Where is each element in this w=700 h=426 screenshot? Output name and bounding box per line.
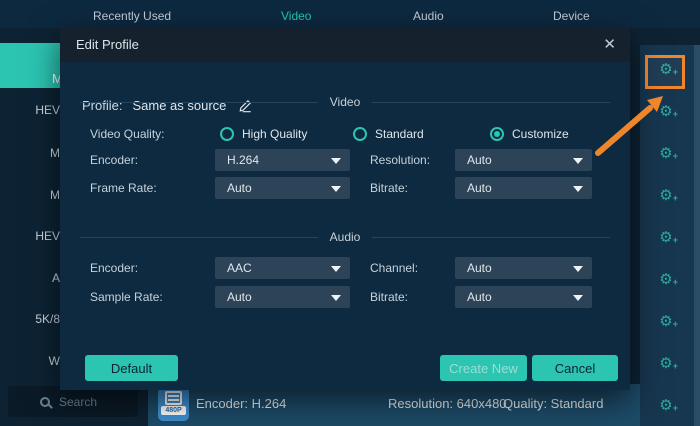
edit-profile-dialog: Edit Profile ✕ Profile: Same as source V…: [60, 28, 630, 390]
format-item-partial[interactable]: A: [52, 271, 60, 285]
gear-plus-icon[interactable]: ⚙ +: [657, 355, 678, 373]
row-resolution-value: Resolution: 640x480: [388, 396, 507, 411]
video-quality-row: Video Quality: High Quality Standard Cus…: [60, 124, 630, 144]
dropdown-value: Auto: [467, 261, 492, 275]
row-quality-value: Quality: Standard: [503, 396, 604, 411]
audio-channel-field: Channel: Auto: [60, 257, 630, 279]
caret-down-icon: [573, 295, 583, 301]
gear-plus-icon[interactable]: ⚙ +: [657, 103, 678, 121]
caret-down-icon: [573, 186, 583, 192]
radio-standard[interactable]: Standard: [353, 124, 424, 144]
category-tabbar: Recently Used Video Audio Device: [0, 0, 700, 28]
gear-plus-icon[interactable]: ⚙ +: [657, 397, 678, 415]
highlight-box: [645, 55, 685, 89]
row-encoder-value: Encoder: H.264: [196, 396, 287, 411]
radio-label: Standard: [375, 127, 424, 141]
search-icon: [40, 396, 50, 407]
format-item-partial[interactable]: 5K/8: [35, 312, 60, 326]
gear-plus-icon[interactable]: ⚙ +: [657, 145, 678, 163]
audio-section-title: Audio: [329, 230, 361, 244]
settings-rail: ⚙ + ⚙ + ⚙ + ⚙ + ⚙ + ⚙ + ⚙ + ⚙ + ⚙ +: [640, 45, 694, 426]
video-section-divider: Video: [80, 94, 610, 110]
close-icon[interactable]: ✕: [603, 35, 616, 53]
tab-recently-used[interactable]: Recently Used: [93, 9, 171, 23]
format-item-partial[interactable]: M: [50, 146, 60, 160]
video-bitrate-field: Bitrate: Auto: [60, 177, 630, 199]
audio-channel-dropdown[interactable]: Auto: [455, 257, 592, 279]
video-section-title: Video: [329, 95, 361, 109]
caret-down-icon: [573, 158, 583, 164]
profile-list-row[interactable]: 480P SD 480P Encoder: H.264 Resolution: …: [148, 377, 640, 426]
radio-label: Customize: [512, 127, 569, 141]
video-resolution-field: Resolution: Auto: [60, 149, 630, 171]
video-bitrate-dropdown[interactable]: Auto: [455, 177, 592, 199]
field-label: Bitrate:: [370, 181, 409, 195]
format-item-partial[interactable]: W: [49, 354, 60, 368]
caret-down-icon: [573, 266, 583, 272]
dropdown-value: Auto: [467, 290, 492, 304]
field-label: Bitrate:: [370, 290, 409, 304]
audio-bitrate-field: Bitrate: Auto: [60, 286, 630, 308]
selected-format-item[interactable]: M: [0, 43, 60, 88]
default-button[interactable]: Default: [85, 355, 178, 381]
vertical-scrollbar[interactable]: [694, 45, 700, 426]
tab-audio[interactable]: Audio: [413, 9, 444, 23]
tab-video[interactable]: Video: [281, 9, 311, 23]
resolution-badge: 480P: [161, 406, 186, 415]
audio-section-divider: Audio: [80, 229, 610, 245]
video-480p-icon: 480P: [158, 387, 189, 421]
gear-plus-icon[interactable]: ⚙ +: [657, 229, 678, 247]
radio-circle-icon[interactable]: [490, 127, 504, 141]
video-resolution-dropdown[interactable]: Auto: [455, 149, 592, 171]
gear-plus-icon[interactable]: ⚙ +: [657, 271, 678, 289]
video-quality-label: Video Quality:: [90, 127, 165, 141]
gear-plus-icon[interactable]: ⚙ +: [657, 187, 678, 205]
radio-label: High Quality: [242, 127, 308, 141]
search-input[interactable]: Search: [8, 386, 138, 417]
radio-customize[interactable]: Customize: [490, 124, 569, 144]
field-label: Resolution:: [370, 153, 431, 167]
search-placeholder: Search: [59, 394, 98, 409]
format-item-partial[interactable]: HEV: [35, 229, 60, 243]
tab-device[interactable]: Device: [553, 9, 590, 23]
radio-high-quality[interactable]: High Quality: [220, 124, 307, 144]
field-label: Channel:: [370, 261, 419, 275]
cancel-button[interactable]: Cancel: [532, 355, 618, 381]
format-list-strip: M HEV M M HEV A 5K/8 W: [0, 28, 60, 426]
video-converter-window: Recently Used Video Audio Device M HEV M M HEV…: [0, 0, 700, 426]
radio-circle-icon[interactable]: [220, 127, 234, 141]
format-item-partial[interactable]: M: [50, 188, 60, 202]
dialog-title: Edit Profile: [76, 37, 139, 52]
dialog-header: Edit Profile ✕: [60, 28, 630, 62]
selected-format-label: M: [52, 71, 60, 86]
format-item-partial[interactable]: HEV: [35, 103, 60, 117]
radio-circle-icon[interactable]: [353, 127, 367, 141]
gear-plus-icon[interactable]: ⚙ +: [657, 313, 678, 331]
audio-bitrate-dropdown[interactable]: Auto: [455, 286, 592, 308]
film-strip-icon: [165, 391, 182, 405]
create-new-button[interactable]: Create New: [440, 355, 527, 381]
dropdown-value: Auto: [467, 181, 492, 195]
dropdown-value: Auto: [467, 153, 492, 167]
